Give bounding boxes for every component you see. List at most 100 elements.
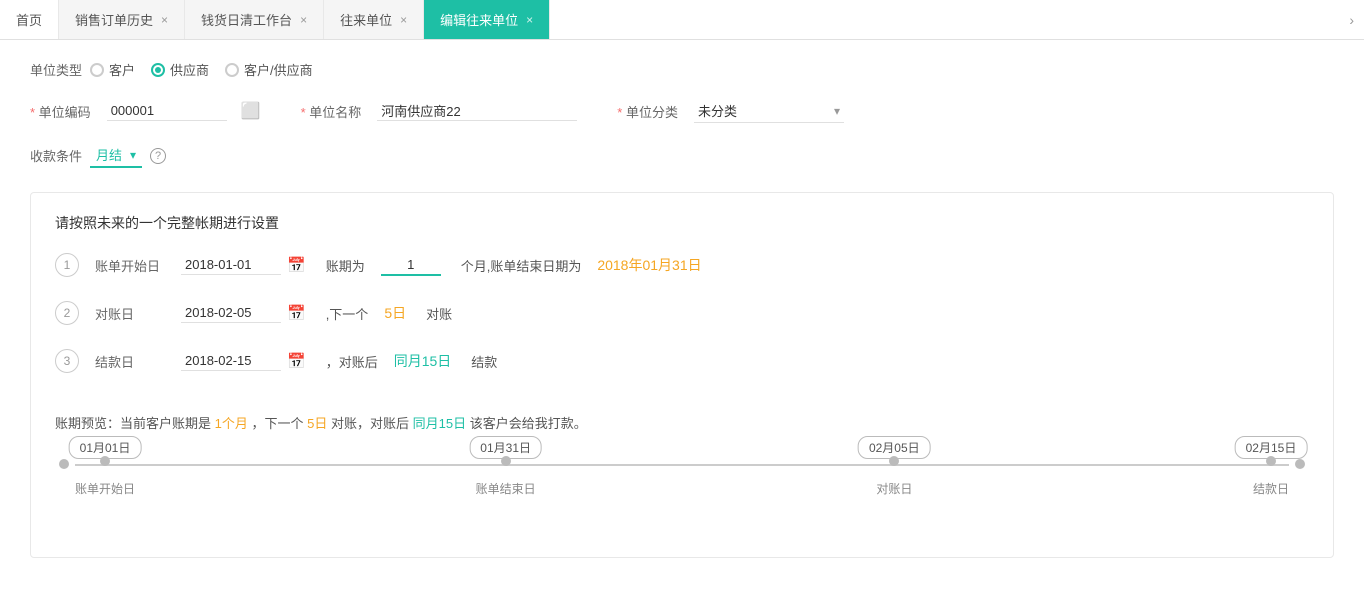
preview-mid2: 对账，对账后 — [331, 416, 409, 431]
preview-text: 账期预览：当前客户账期是 1个月 ，下一个 5日 对账，对账后 同月15日 该客… — [55, 413, 1309, 432]
preview-part3: 同月15日 — [413, 416, 466, 431]
step-1-highlight: 2018年01月31日 — [597, 255, 701, 275]
collect-condition-label: 收款条件 — [30, 146, 82, 165]
step-2-calendar-icon[interactable]: 📅 — [287, 304, 306, 322]
timeline-dot-2 — [889, 456, 899, 466]
timeline-caption-1: 账单结束日 — [476, 480, 536, 497]
step-1-num: 1 — [55, 253, 79, 277]
timeline: 01月01日 账单开始日 01月31日 账单结束日 02月05日 对账日 — [75, 456, 1289, 537]
tab-cash-workbench-close[interactable]: × — [300, 13, 307, 27]
unit-code-input[interactable] — [107, 101, 227, 121]
step-3-label: 结款日 — [95, 352, 165, 371]
tab-sales-history[interactable]: 销售订单历史 × — [59, 0, 185, 39]
timeline-dot-0 — [100, 456, 110, 466]
timeline-node-3: 02月15日 结款日 — [1253, 456, 1289, 497]
unit-category-select[interactable]: 未分类 ▾ — [694, 99, 844, 123]
collect-condition-value: 月结 — [96, 145, 122, 164]
radio-customer[interactable]: 客户 — [90, 60, 135, 79]
unit-code-label: 单位编码 — [30, 102, 91, 121]
tab-home-label: 首页 — [16, 10, 42, 29]
step-2-label: 对账日 — [95, 304, 165, 323]
timeline-dot-3 — [1266, 456, 1276, 466]
radio-supplier-circle — [151, 63, 165, 77]
unit-type-label: 单位类型 — [30, 60, 82, 79]
timeline-caption-3: 结款日 — [1253, 480, 1289, 497]
preview-suffix: 该客户会给我打款。 — [470, 416, 587, 431]
unit-category-group: 单位分类 未分类 ▾ — [617, 99, 844, 123]
unit-type-row: 单位类型 客户 供应商 客户/供应商 — [30, 60, 1334, 79]
tab-sales-history-close[interactable]: × — [161, 13, 168, 27]
timeline-caption-2: 对账日 — [876, 480, 912, 497]
step-2-num: 2 — [55, 301, 79, 325]
step-3-num: 3 — [55, 349, 79, 373]
step-1-label: 账单开始日 — [95, 256, 165, 275]
timeline-node-2: 02月05日 对账日 — [876, 456, 912, 497]
panel-title: 请按照未来的一个完整帐期进行设置 — [55, 213, 1309, 233]
tab-home[interactable]: 首页 — [0, 0, 59, 39]
timeline-nodes: 01月01日 账单开始日 01月31日 账单结束日 02月05日 对账日 — [75, 456, 1289, 497]
radio-supplier-label: 供应商 — [170, 60, 209, 79]
radio-both-label: 客户/供应商 — [244, 60, 313, 79]
tab-edit-partner[interactable]: 编辑往来单位 × — [424, 0, 550, 39]
tab-partner-unit-label: 往来单位 — [340, 10, 392, 29]
chevron-right-icon: › — [1349, 12, 1354, 28]
unit-name-label: 单位名称 — [301, 102, 362, 121]
step-3-highlight: 同月15日 — [394, 351, 452, 371]
step-1-input-wrap: 📅 — [181, 255, 306, 275]
step-2-prefix: ,下一个 — [326, 304, 369, 323]
unit-category-value: 未分类 — [698, 101, 826, 120]
tab-scroll-arrow[interactable]: › — [1339, 0, 1364, 39]
timeline-node-0: 01月01日 账单开始日 — [75, 456, 135, 497]
settings-panel: 请按照未来的一个完整帐期进行设置 1 账单开始日 📅 账期为 个月,账单结束日期… — [30, 192, 1334, 558]
radio-customer-circle — [90, 63, 104, 77]
tab-cash-workbench[interactable]: 钱货日清工作台 × — [185, 0, 324, 39]
radio-both[interactable]: 客户/供应商 — [225, 60, 313, 79]
main-content: 单位类型 客户 供应商 客户/供应商 单位编码 ⬜ 单位名称 — [0, 40, 1364, 608]
tab-edit-partner-close[interactable]: × — [526, 13, 533, 27]
step-3-date-input[interactable] — [181, 351, 281, 371]
step-2-input-wrap: 📅 — [181, 303, 306, 323]
step-1-row: 1 账单开始日 📅 账期为 个月,账单结束日期为 2018年01月31日 — [55, 253, 1309, 277]
unit-type-radio-group: 客户 供应商 客户/供应商 — [90, 60, 313, 79]
tab-partner-unit[interactable]: 往来单位 × — [324, 0, 424, 39]
tab-sales-history-label: 销售订单历史 — [75, 10, 153, 29]
step-3-calendar-icon[interactable]: 📅 — [287, 352, 306, 370]
step-3-row: 3 结款日 📅 ，对账后 同月15日 结款 — [55, 349, 1309, 373]
preview-part1: 1个月 — [215, 416, 248, 431]
step-1-calendar-icon[interactable]: 📅 — [287, 256, 306, 274]
radio-supplier[interactable]: 供应商 — [151, 60, 209, 79]
unit-name-input[interactable] — [377, 101, 577, 121]
preview-part2: 5日 — [307, 416, 327, 431]
step-2-date-input[interactable] — [181, 303, 281, 323]
tab-partner-unit-close[interactable]: × — [400, 13, 407, 27]
step-1-suffix-before: 账期为 — [326, 256, 365, 275]
timeline-end-endpoint — [1295, 459, 1305, 469]
step-3-prefix: ，对账后 — [326, 352, 378, 371]
tab-cash-workbench-label: 钱货日清工作台 — [201, 10, 292, 29]
copy-icon[interactable]: ⬜ — [241, 101, 261, 121]
help-icon[interactable]: ? — [150, 148, 166, 164]
unit-category-label: 单位分类 — [617, 102, 678, 121]
timeline-node-1: 01月31日 账单结束日 — [476, 456, 536, 497]
step-1-suffix-after: 个月,账单结束日期为 — [461, 256, 582, 275]
step-2-highlight: 5日 — [384, 303, 406, 323]
collect-condition-select[interactable]: 月结 ▾ — [90, 143, 142, 168]
tab-bar: 首页 销售订单历史 × 钱货日清工作台 × 往来单位 × 编辑往来单位 × › — [0, 0, 1364, 40]
unit-category-arrow-icon: ▾ — [834, 104, 840, 118]
step-2-row: 2 对账日 📅 ,下一个 5日 对账 — [55, 301, 1309, 325]
radio-customer-label: 客户 — [109, 60, 135, 79]
radio-both-circle — [225, 63, 239, 77]
step-3-suffix: 结款 — [471, 352, 497, 371]
period-input[interactable] — [381, 255, 441, 276]
tab-edit-partner-label: 编辑往来单位 — [440, 10, 518, 29]
unit-name-group: 单位名称 — [301, 101, 578, 121]
preview-mid1: ，下一个 — [252, 416, 304, 431]
preview-section: 账期预览：当前客户账期是 1个月 ，下一个 5日 对账，对账后 同月15日 该客… — [55, 397, 1309, 537]
timeline-caption-0: 账单开始日 — [75, 480, 135, 497]
step-2-suffix: 对账 — [426, 304, 452, 323]
step-1-date-input[interactable] — [181, 255, 281, 275]
unit-code-group: 单位编码 ⬜ — [30, 101, 261, 121]
unit-info-row: 单位编码 ⬜ 单位名称 单位分类 未分类 ▾ — [30, 99, 1334, 123]
collect-condition-row: 收款条件 月结 ▾ ? — [30, 143, 1334, 168]
collect-dropdown-arrow-icon: ▾ — [130, 148, 136, 162]
